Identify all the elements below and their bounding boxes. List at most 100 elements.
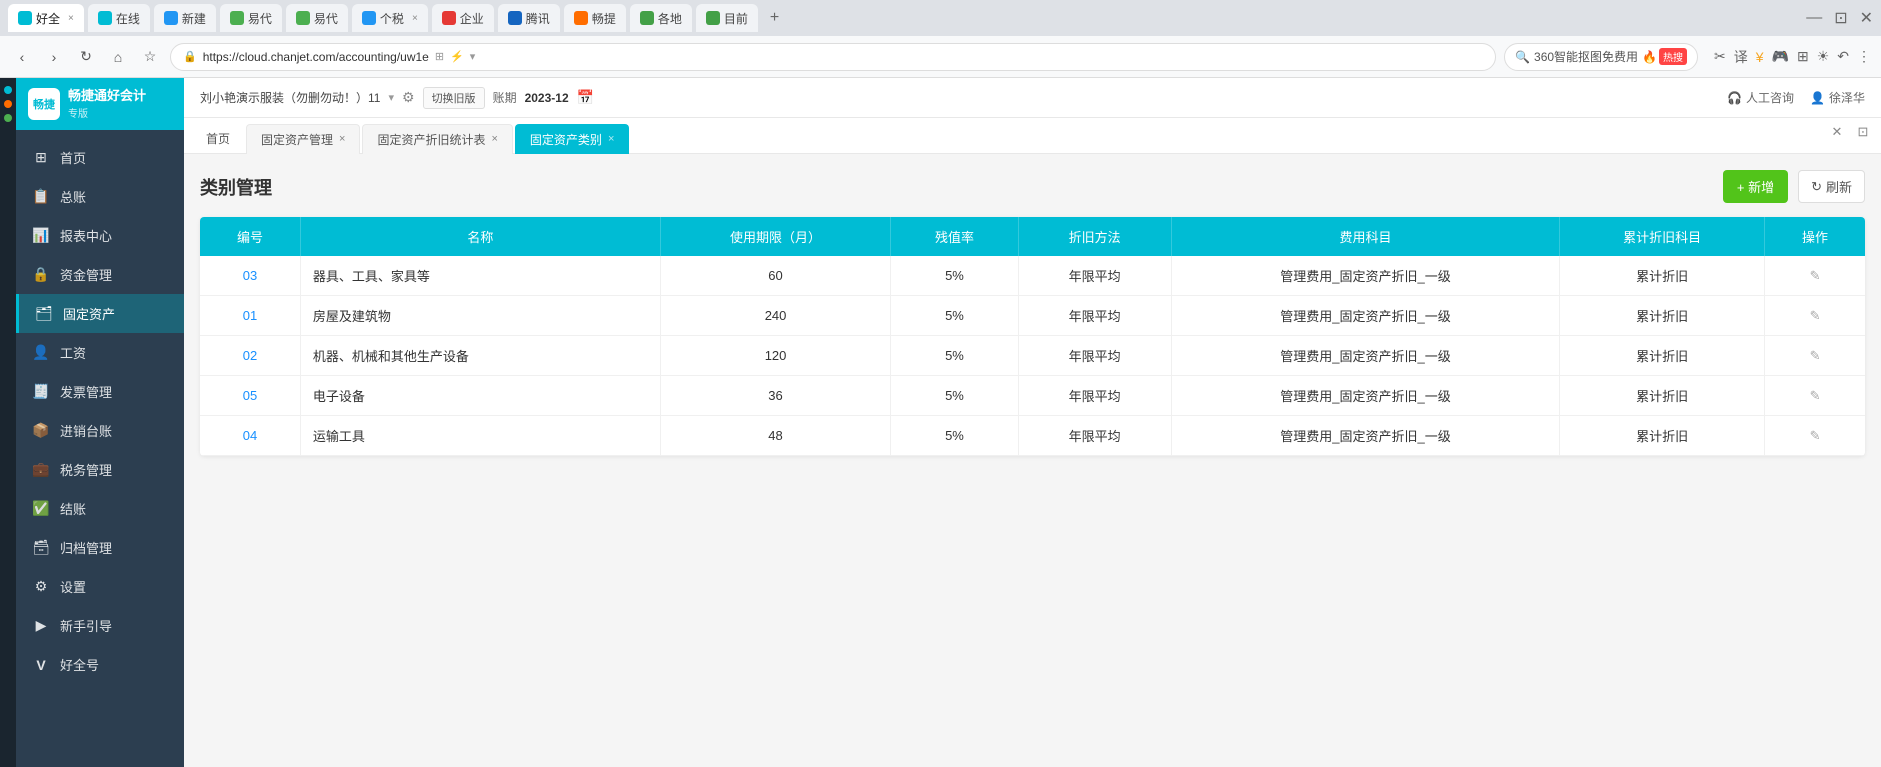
more-v-icon: V [32,656,50,674]
browser-close-button[interactable]: ✕ [1860,8,1873,28]
sidebar-item-label-tax: 税务管理 [60,460,112,479]
cell-id-4: 04 [200,416,300,456]
browser-tab-8[interactable]: 腾讯 [498,4,560,32]
settings-gear-icon[interactable]: ⚙ [402,89,415,106]
sidebar-item-inventory[interactable]: 📦 进销台账 [16,411,184,450]
forward-button[interactable]: › [42,45,66,69]
browser-tab-6[interactable]: 个税 × [352,4,428,32]
sidebar-item-guide[interactable]: ▶ 新手引导 [16,606,184,645]
sidebar-item-reports[interactable]: 📊 报表中心 [16,216,184,255]
browser-tab-2[interactable]: 新建 [154,4,216,32]
sidebar-item-fixed-assets[interactable]: 🗂 固定资产 [16,294,184,333]
browser-tab-4[interactable]: 易代 [286,4,348,32]
browser-tab-1[interactable]: 在线 [88,4,150,32]
breadcrumb-tab-fixed-mgmt[interactable]: 固定资产管理 × [246,124,360,154]
hot-label: 热搜 [1659,48,1687,65]
game-icon[interactable]: 🎮 [1772,48,1789,65]
cell-residual-4: 5% [891,416,1018,456]
search-icon: 🔍 [1515,50,1530,64]
cell-name-1: 房屋及建筑物 [300,296,660,336]
browser-new-tab-button[interactable]: + [762,9,787,27]
breadcrumb-tab-fixed-mgmt-close[interactable]: × [339,133,345,145]
period-value: 2023-12 [525,91,569,105]
breadcrumb-tab-depreciation-close[interactable]: × [491,133,497,145]
url-dropdown-icon[interactable]: ▾ [470,50,476,63]
tab-window-close-icon[interactable]: ✕ [1827,122,1847,142]
translate-icon[interactable]: 译 [1734,47,1748,67]
breadcrumb-tab-depreciation[interactable]: 固定资产折旧统计表 × [362,124,512,154]
browser-tab-active[interactable]: 好全 × [8,4,84,32]
undo-icon[interactable]: ↶ [1837,48,1849,65]
breadcrumb-tab-category[interactable]: 固定资产类别 × [515,124,629,154]
sidebar-item-ledger[interactable]: 📋 总账 [16,177,184,216]
refresh-browser-button[interactable]: ↻ [74,45,98,69]
add-button[interactable]: + 新增 [1723,170,1788,203]
sidebar-item-more[interactable]: V 好全号 [16,645,184,684]
browser-tab-10[interactable]: 各地 [630,4,692,32]
browser-max-button[interactable]: ⊡ [1834,8,1847,28]
sidebar-item-checkout[interactable]: ✅ 结账 [16,489,184,528]
cell-months-1: 240 [660,296,891,336]
grid-icon[interactable]: ⊞ [1797,48,1809,65]
left-accent-bar [0,78,16,767]
reports-icon: 📊 [32,227,50,245]
user-name-label: 徐泽华 [1829,89,1865,106]
breadcrumb-category-label: 固定资产类别 [530,131,602,148]
currency-icon[interactable]: ¥ [1756,49,1764,65]
scissors-icon[interactable]: ✂ [1714,48,1726,65]
hot-search-badge: 🔥 热搜 [1642,48,1687,65]
bookmark-button[interactable]: ☆ [138,45,162,69]
url-expand-icon: ⊞ [435,50,444,63]
back-button[interactable]: ‹ [10,45,34,69]
brightness-icon[interactable]: ☀ [1817,48,1830,65]
user-dropdown-icon[interactable]: ▾ [388,91,394,104]
edit-icon-2[interactable]: ✎ [1810,348,1821,363]
user-profile-button[interactable]: 👤 徐泽华 [1810,89,1865,106]
sidebar-item-label-inventory: 进销台账 [60,421,112,440]
refresh-table-button[interactable]: ↻ 刷新 [1798,170,1865,203]
sidebar-item-tax[interactable]: 💼 税务管理 [16,450,184,489]
cell-method-4: 年限平均 [1018,416,1171,456]
sidebar-item-archive[interactable]: 🗃 归档管理 [16,528,184,567]
main-content: 刘小艳演示服装（勿删勿动！）11 ▾ ⚙ 切换旧版 账期 2023-12 📅 🎧… [184,78,1881,767]
home-browser-button[interactable]: ⌂ [106,45,130,69]
browser-tab-close[interactable]: × [68,13,74,24]
sidebar-logo: 畅捷 [28,88,60,120]
browser-tab-9[interactable]: 畅提 [564,4,626,32]
browser-tab-3[interactable]: 易代 [220,4,282,32]
edit-icon-3[interactable]: ✎ [1810,388,1821,403]
col-header-accum: 累计折旧科目 [1560,217,1765,256]
switch-version-button[interactable]: 切换旧版 [423,87,485,109]
cell-residual-3: 5% [891,376,1018,416]
sidebar-item-settings[interactable]: ⚙ 设置 [16,567,184,606]
breadcrumb-tab-category-close[interactable]: × [608,133,614,145]
consultant-button[interactable]: 🎧 人工咨询 [1727,89,1794,106]
user-info: 刘小艳演示服装（勿删勿动！）11 [200,89,380,106]
breadcrumb-tab-home[interactable]: 首页 [192,124,244,154]
edit-icon-4[interactable]: ✎ [1810,428,1821,443]
headset-icon: 🎧 [1727,91,1742,105]
browser-tab-7[interactable]: 企业 [432,4,494,32]
cell-expense-2: 管理费用_固定资产折旧_一级 [1171,336,1560,376]
sidebar-item-label-checkout: 结账 [60,499,86,518]
cell-accum-2: 累计折旧 [1560,336,1765,376]
browser-tab-6-close[interactable]: × [412,13,418,24]
sidebar-item-salary[interactable]: 👤 工资 [16,333,184,372]
search-bar[interactable]: 🔍 360智能抠图免费用 🔥 热搜 [1504,43,1698,71]
cell-months-2: 120 [660,336,891,376]
edit-icon-0[interactable]: ✎ [1810,268,1821,283]
breadcrumb-fixed-mgmt-label: 固定资产管理 [261,131,333,148]
edit-icon-1[interactable]: ✎ [1810,308,1821,323]
tab-window-restore-icon[interactable]: ⊡ [1853,122,1873,142]
url-input[interactable]: 🔒 https://cloud.chanjet.com/accounting/u… [170,43,1496,71]
sidebar-item-funds[interactable]: 🔒 资金管理 [16,255,184,294]
cell-residual-2: 5% [891,336,1018,376]
browser-tab-11[interactable]: 目前 [696,4,758,32]
browser-min-button[interactable]: — [1806,9,1822,27]
sidebar-item-label-settings: 设置 [60,577,86,596]
calendar-icon[interactable]: 📅 [577,89,594,106]
sidebar-item-invoice[interactable]: 🧾 发票管理 [16,372,184,411]
more-icon[interactable]: ⋮ [1857,48,1871,65]
sidebar-item-home[interactable]: ⊞ 首页 [16,138,184,177]
period-label: 账期 [493,89,517,106]
